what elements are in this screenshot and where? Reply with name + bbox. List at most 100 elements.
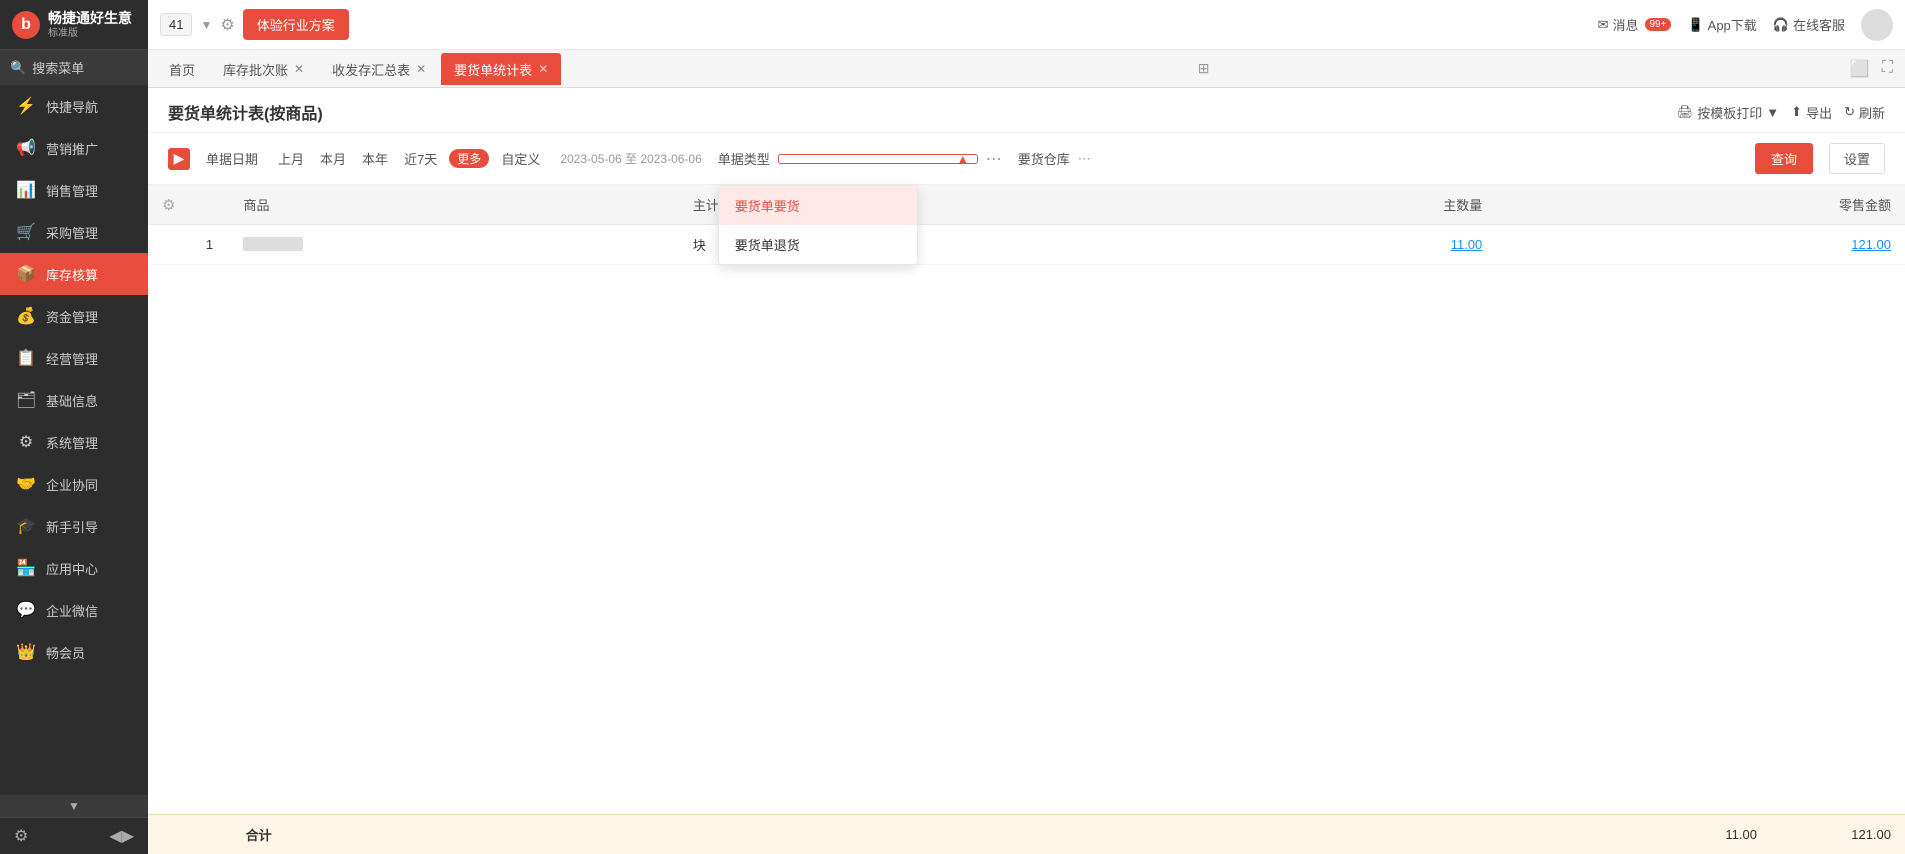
user-avatar[interactable]	[1861, 9, 1893, 41]
online-service-item[interactable]: 🎧 在线客服	[1773, 15, 1845, 34]
sidebar-item-inventory[interactable]: 📦 库存核算	[0, 253, 148, 295]
row-amount-link[interactable]: 121.00	[1851, 237, 1891, 252]
search-button[interactable]: 查询	[1755, 143, 1813, 174]
tab-expand-button[interactable]: ⊞	[1192, 56, 1216, 81]
sidebar-item-appstore[interactable]: 🏪 应用中心	[0, 547, 148, 589]
appstore-icon: 🏪	[16, 558, 36, 578]
dropdown-option-order[interactable]: 要货单要货	[719, 186, 917, 225]
sidebar-item-system[interactable]: ⚙ 系统管理	[0, 421, 148, 463]
sidebar-item-enterprise[interactable]: 🤝 企业协同	[0, 463, 148, 505]
topbar-gear-icon[interactable]: ⚙	[220, 15, 234, 35]
tab-batch-label: 库存批次账	[223, 60, 288, 79]
refresh-icon: ↻	[1844, 104, 1855, 120]
settings-gear-icon[interactable]: ⚙	[14, 826, 28, 846]
headset-icon: 🎧	[1773, 17, 1789, 33]
row-qty-link[interactable]: 11.00	[1451, 237, 1483, 252]
table-gear-icon[interactable]: ⚙	[162, 197, 175, 214]
industry-plan-button[interactable]: 体验行业方案	[243, 9, 349, 40]
topbar-dropdown-arrow[interactable]: ▼	[200, 18, 212, 32]
sidebar-item-label: 采购管理	[46, 223, 98, 242]
tab-order-stats-label: 要货单统计表	[454, 60, 532, 79]
sidebar-item-guide[interactable]: 🎓 新手引导	[0, 505, 148, 547]
main-area: 41 ▼ ⚙ 体验行业方案 ✉ 消息 99+ 📱 App下载 🎧 在线客服 首	[148, 0, 1905, 854]
operation-icon: 📋	[16, 348, 36, 368]
collapse-sidebar-icon[interactable]: ◀▶	[109, 826, 134, 846]
tab-receipts[interactable]: 收发存汇总表 ✕	[319, 53, 439, 85]
online-service-label: 在线客服	[1793, 15, 1845, 34]
sidebar-item-label: 系统管理	[46, 433, 98, 452]
app-brand-sub: 标准版	[48, 27, 132, 40]
member-icon: 👑	[16, 642, 36, 662]
topbar: 41 ▼ ⚙ 体验行业方案 ✉ 消息 99+ 📱 App下载 🎧 在线客服	[148, 0, 1905, 50]
footer-qty: 11.00	[1651, 827, 1771, 842]
tab-home[interactable]: 首页	[156, 53, 208, 85]
phone-icon: 📱	[1687, 17, 1703, 33]
sidebar-item-purchase[interactable]: 🛒 采购管理	[0, 211, 148, 253]
row-amount[interactable]: 121.00	[1496, 225, 1905, 265]
sidebar-item-label: 畅会员	[46, 643, 85, 662]
tab-collapse-icon[interactable]: ⬜	[1846, 55, 1874, 83]
sidebar-item-label: 新手引导	[46, 517, 98, 536]
sidebar-item-quick-nav[interactable]: ⚡ 快捷导航	[0, 85, 148, 127]
date-up-btn[interactable]: 上月	[274, 147, 308, 170]
print-dropdown-icon: ▼	[1766, 105, 1779, 120]
doc-type-chevron-icon: ▲	[957, 152, 969, 166]
tab-fullscreen-icon[interactable]: ⛶	[1878, 55, 1897, 83]
sidebar-item-finance[interactable]: 💰 资金管理	[0, 295, 148, 337]
finance-icon: 💰	[16, 306, 36, 326]
date-more-btn[interactable]: 更多	[449, 149, 489, 168]
tab-home-label: 首页	[169, 60, 195, 79]
filter-bar: ▶ 单据日期 上月 本月 本年 近7天 更多 自定义 2023-05-06 至 …	[148, 133, 1905, 185]
page-header: 要货单统计表(按商品) 🖨 按模板打印 ▼ ⬆ 导出 ↻ 刷新	[148, 88, 1905, 133]
doc-type-more-icon[interactable]: ⋯	[986, 149, 1002, 169]
doc-type-select[interactable]: ▲	[778, 154, 978, 164]
tab-order-stats[interactable]: 要货单统计表 ✕	[441, 53, 561, 85]
filter-expand-button[interactable]: ▶	[168, 148, 190, 170]
sidebar-scroll-down[interactable]: ▼	[0, 795, 148, 817]
sidebar-item-marketing[interactable]: 📢 营销推广	[0, 127, 148, 169]
search-icon: 🔍	[10, 60, 26, 76]
footer-amount: 121.00	[1771, 827, 1891, 842]
warehouse-more-icon[interactable]: ⋯	[1078, 151, 1091, 167]
sidebar-search[interactable]: 🔍 搜索菜单	[0, 50, 148, 85]
purchase-icon: 🛒	[16, 222, 36, 242]
sidebar-item-label: 应用中心	[46, 559, 98, 578]
col-gear: ⚙	[148, 185, 189, 225]
sidebar-item-member[interactable]: 👑 畅会员	[0, 631, 148, 673]
message-item[interactable]: ✉ 消息 99+	[1598, 15, 1672, 34]
tabs-count[interactable]: 41	[160, 13, 192, 36]
footer-label: 合计	[162, 825, 402, 844]
template-print-label: 按模板打印	[1697, 103, 1762, 122]
marketing-icon: 📢	[16, 138, 36, 158]
tab-order-stats-close[interactable]: ✕	[538, 62, 548, 76]
sidebar-item-label: 企业协同	[46, 475, 98, 494]
sidebar-item-operation[interactable]: 📋 经营管理	[0, 337, 148, 379]
doc-type-dropdown: 要货单要货 要货单退货	[718, 185, 918, 265]
refresh-button[interactable]: ↻ 刷新	[1844, 103, 1885, 122]
template-print-button[interactable]: 🖨 按模板打印 ▼	[1677, 103, 1779, 122]
tab-batch[interactable]: 库存批次账 ✕	[210, 53, 317, 85]
print-icon: 🖨	[1677, 104, 1694, 120]
sidebar-item-basic[interactable]: 🗂 基础信息	[0, 379, 148, 421]
sidebar-nav: ⚡ 快捷导航 📢 营销推广 📊 销售管理 🛒 采购管理 📦 库存核算 💰 资金管…	[0, 85, 148, 795]
message-label: 消息	[1612, 15, 1638, 34]
app-download-item[interactable]: 📱 App下载	[1687, 15, 1756, 34]
sales-icon: 📊	[16, 180, 36, 200]
tab-receipts-close[interactable]: ✕	[416, 62, 426, 76]
date-month-btn[interactable]: 本月	[316, 147, 350, 170]
date-year-btn[interactable]: 本年	[358, 147, 392, 170]
sidebar-item-label: 企业微信	[46, 601, 98, 620]
settings-button[interactable]: 设置	[1829, 143, 1885, 174]
sidebar-item-sales[interactable]: 📊 销售管理	[0, 169, 148, 211]
sidebar-item-wechat[interactable]: 💬 企业微信	[0, 589, 148, 631]
export-button[interactable]: ⬆ 导出	[1791, 103, 1832, 122]
guide-icon: 🎓	[16, 516, 36, 536]
date-custom-btn[interactable]: 自定义	[497, 147, 544, 170]
dropdown-option-return[interactable]: 要货单退货	[719, 225, 917, 264]
sidebar-item-label: 快捷导航	[46, 97, 98, 116]
date-week-btn[interactable]: 近7天	[400, 147, 441, 170]
col-amount: 零售金额	[1496, 185, 1905, 225]
table-wrap: ⚙ 商品 主计量单位 主数量 零售金额 1	[148, 185, 1905, 814]
tab-batch-close[interactable]: ✕	[294, 62, 304, 76]
row-qty[interactable]: 11.00	[1154, 225, 1496, 265]
